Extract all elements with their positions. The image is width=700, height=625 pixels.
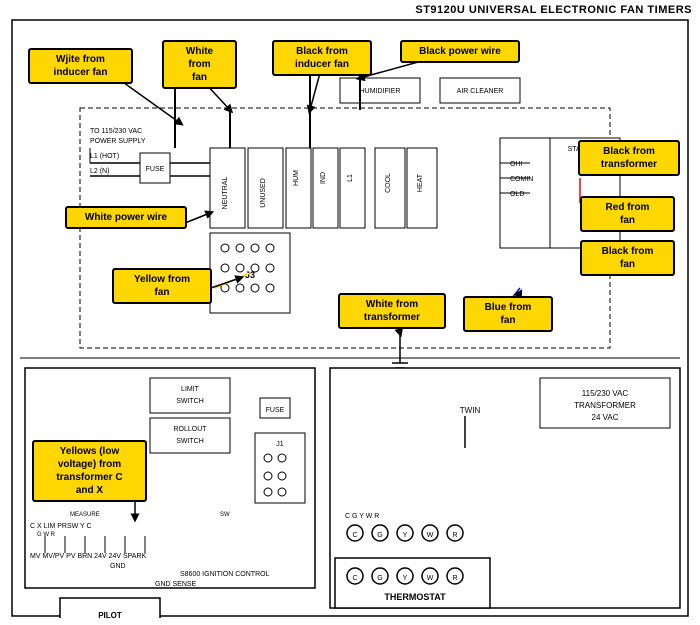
svg-text:OLD: OLD [510,191,524,198]
label-white-from-fan: Whitefromfan [162,40,237,89]
svg-text:COMIN: COMIN [510,176,533,183]
svg-text:W: W [427,575,434,582]
svg-text:TO 115/230 VAC: TO 115/230 VAC [90,128,142,135]
page-container: ST9120U UNIVERSAL ELECTRONIC FAN TIMERS … [0,0,700,625]
label-white-power-wire: White power wire [65,206,187,229]
label-blue-from-fan: Blue fromfan [463,296,553,332]
svg-text:HEAT: HEAT [417,173,424,192]
page-title: ST9120U UNIVERSAL ELECTRONIC FAN TIMERS [415,4,692,16]
svg-text:W: W [427,532,434,539]
svg-text:POWER SUPPLY: POWER SUPPLY [90,138,146,145]
svg-text:C: C [352,532,357,539]
svg-text:G: G [377,532,382,539]
svg-text:L2 (N): L2 (N) [90,168,109,175]
label-black-from-fan: Black fromfan [580,240,675,276]
label-yellow-from-fan: Yellow fromfan [112,268,212,304]
label-yellows-low-voltage: Yellows (lowvoltage) fromtransformer Can… [32,440,147,502]
svg-text:THERMOSTAT: THERMOSTAT [384,592,446,602]
svg-text:G W R: G W R [37,532,56,538]
svg-text:C: C [352,575,357,582]
svg-text:R: R [452,575,457,582]
svg-text:MEASURE: MEASURE [70,512,100,518]
svg-text:C G Y W R: C G Y W R [345,513,379,520]
svg-text:GND: GND [110,563,126,570]
svg-text:NEUTRAL: NEUTRAL [222,177,229,210]
svg-text:Y: Y [403,532,408,539]
svg-text:L1 (HOT): L1 (HOT) [90,153,119,160]
label-black-power-wire: Black power wire [400,40,520,63]
svg-text:GND SENSE: GND SENSE [155,581,197,588]
diagram-area: HUMIDIFIER AIR CLEANER TO 115/230 VAC PO… [10,18,690,618]
svg-text:UNUSED: UNUSED [260,178,267,208]
svg-text:R: R [452,532,457,539]
svg-text:PILOT: PILOT [98,611,122,618]
svg-text:G: G [377,575,382,582]
svg-text:HUM: HUM [293,170,300,186]
svg-text:SWITCH: SWITCH [176,438,204,445]
svg-text:LIMIT: LIMIT [181,386,200,393]
svg-text:SWITCH: SWITCH [176,398,204,405]
svg-text:C X LIM PRSW Y C: C X LIM PRSW Y C [30,523,92,530]
svg-text:24 VAC: 24 VAC [592,413,619,422]
svg-text:TRANSFORMER: TRANSFORMER [574,401,636,410]
label-red-from-fan: Red fromfan [580,196,675,232]
svg-text:SW: SW [220,512,230,518]
svg-text:AIR CLEANER: AIR CLEANER [457,88,504,95]
svg-text:L1: L1 [347,174,354,182]
svg-text:COOL: COOL [385,173,392,193]
svg-text:TWIN: TWIN [460,406,481,415]
svg-text:S8600 IGNITION CONTROL: S8600 IGNITION CONTROL [180,571,270,578]
svg-text:HUMIDIFIER: HUMIDIFIER [360,88,401,95]
svg-text:FUSE: FUSE [266,407,285,414]
svg-text:OHI: OHI [510,161,523,168]
label-white-from-transformer: White fromtransformer [338,293,446,329]
svg-text:IND: IND [320,172,327,184]
label-black-from-transformer: Black fromtransformer [578,140,680,176]
svg-text:ROLLOUT: ROLLOUT [173,426,207,433]
label-black-inducer-fan: Black frominducer fan [272,40,372,76]
svg-text:115/230 VAC: 115/230 VAC [582,389,629,398]
svg-text:FUSE: FUSE [146,166,165,173]
label-wjite-inducer-fan: Wjite frominducer fan [28,48,133,84]
svg-text:J1: J1 [276,441,284,448]
svg-text:Y: Y [403,575,408,582]
svg-text:MV MV/PV PV BRN 24V 24V: MV MV/PV PV BRN 24V 24V SPARK [30,553,147,560]
